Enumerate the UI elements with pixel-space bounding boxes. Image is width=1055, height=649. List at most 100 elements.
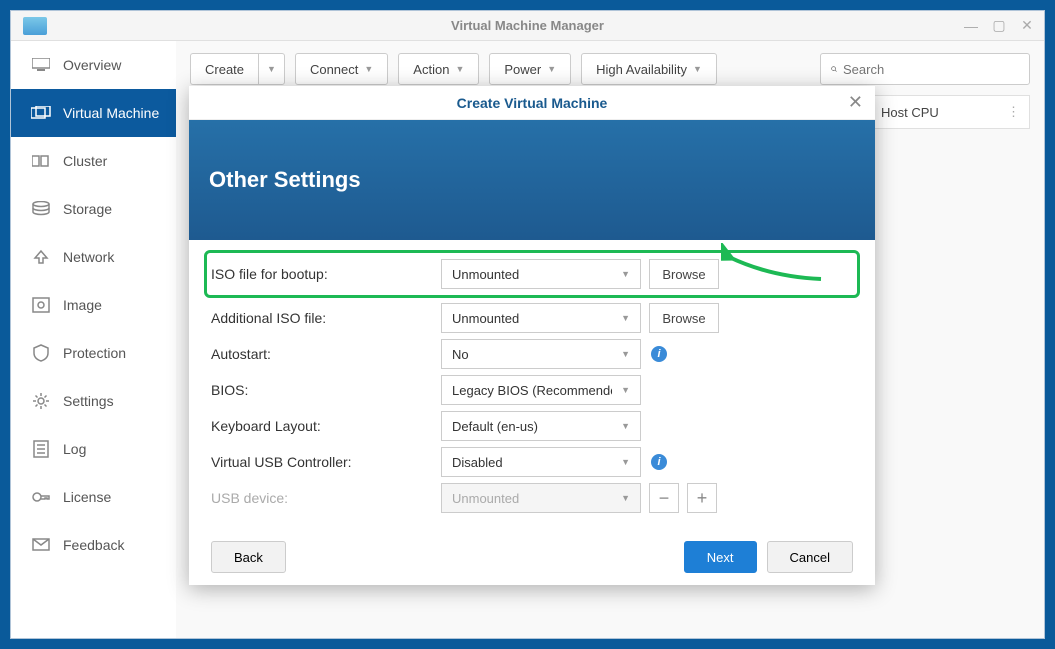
create-split: Create ▼ [190, 53, 285, 85]
additional-iso-browse-button[interactable]: Browse [649, 303, 719, 333]
storage-icon [31, 200, 51, 218]
cluster-icon [31, 152, 51, 170]
back-button[interactable]: Back [211, 541, 286, 573]
row-autostart: Autostart: No▼ i [211, 336, 853, 372]
network-icon [31, 248, 51, 266]
sidebar-item-storage[interactable]: Storage [11, 185, 176, 233]
titlebar: Virtual Machine Manager — ▢ ✕ [11, 11, 1044, 41]
sidebar-item-label: Cluster [63, 153, 107, 169]
window-controls: — ▢ ✕ [962, 17, 1036, 35]
vm-icon [31, 104, 51, 122]
sidebar-item-network[interactable]: Network [11, 233, 176, 281]
sidebar-item-label: Overview [63, 57, 121, 73]
sidebar-item-label: Virtual Machine [63, 105, 159, 121]
usb-controller-select[interactable]: Disabled▼ [441, 447, 641, 477]
chevron-down-icon: ▼ [621, 457, 630, 467]
usb-device-label: USB device: [211, 490, 441, 506]
sidebar-item-label: Protection [63, 345, 126, 361]
bios-select[interactable]: Legacy BIOS (Recommended)▼ [441, 375, 641, 405]
sidebar-item-protection[interactable]: Protection [11, 329, 176, 377]
iso-bootup-browse-button[interactable]: Browse [649, 259, 719, 289]
chevron-down-icon: ▼ [621, 313, 630, 323]
sidebar-item-label: Feedback [63, 537, 124, 553]
arrow-annotation [721, 243, 831, 287]
feedback-icon [31, 536, 51, 554]
autostart-select[interactable]: No▼ [441, 339, 641, 369]
sidebar-item-log[interactable]: Log [11, 425, 176, 473]
create-button[interactable]: Create [190, 53, 258, 85]
create-vm-modal: Create Virtual Machine ✕ Other Settings … [189, 86, 875, 585]
license-icon [31, 488, 51, 506]
modal-hero-title: Other Settings [209, 167, 361, 193]
bios-label: BIOS: [211, 382, 441, 398]
sidebar-item-label: Image [63, 297, 102, 313]
sidebar-item-label: Settings [63, 393, 114, 409]
row-usb-controller: Virtual USB Controller: Disabled▼ i [211, 444, 853, 480]
sidebar-item-image[interactable]: Image [11, 281, 176, 329]
sidebar-item-settings[interactable]: Settings [11, 377, 176, 425]
create-dropdown[interactable]: ▼ [258, 53, 285, 85]
toolbar: Create ▼ Connect▼ Action▼ Power▼ High Av… [190, 53, 1030, 85]
sidebar-item-label: Storage [63, 201, 112, 217]
ha-button[interactable]: High Availability▼ [581, 53, 717, 85]
row-bios: BIOS: Legacy BIOS (Recommended)▼ [211, 372, 853, 408]
additional-iso-label: Additional ISO file: [211, 310, 441, 326]
chevron-down-icon: ▼ [621, 269, 630, 279]
additional-iso-select[interactable]: Unmounted▼ [441, 303, 641, 333]
connect-button[interactable]: Connect▼ [295, 53, 388, 85]
row-keyboard: Keyboard Layout: Default (en-us)▼ [211, 408, 853, 444]
usb-device-remove-button[interactable]: − [649, 483, 679, 513]
next-button[interactable]: Next [684, 541, 757, 573]
cancel-button[interactable]: Cancel [767, 541, 853, 573]
power-button[interactable]: Power▼ [489, 53, 571, 85]
chevron-down-icon: ▼ [621, 349, 630, 359]
sidebar-item-license[interactable]: License [11, 473, 176, 521]
iso-bootup-select[interactable]: Unmounted▼ [441, 259, 641, 289]
sidebar-item-feedback[interactable]: Feedback [11, 521, 176, 569]
app-title: Virtual Machine Manager [451, 18, 604, 33]
chevron-down-icon: ▼ [547, 64, 556, 74]
search-box[interactable] [820, 53, 1030, 85]
row-additional-iso: Additional ISO file: Unmounted▼ Browse [211, 300, 853, 336]
chevron-down-icon: ▼ [455, 64, 464, 74]
sidebar-item-overview[interactable]: Overview [11, 41, 176, 89]
overview-icon [31, 56, 51, 74]
protection-icon [31, 344, 51, 362]
sidebar-item-cluster[interactable]: Cluster [11, 137, 176, 185]
sidebar-item-label: Network [63, 249, 114, 265]
chevron-down-icon: ▼ [693, 64, 702, 74]
modal-title: Create Virtual Machine [457, 95, 608, 111]
iso-bootup-label: ISO file for bootup: [211, 266, 441, 282]
chevron-down-icon: ▼ [621, 493, 630, 503]
column-header-host-cpu[interactable]: Host CPU ⋮ [870, 95, 1030, 129]
log-icon [31, 440, 51, 458]
sidebar-item-virtual-machine[interactable]: Virtual Machine [11, 89, 176, 137]
image-icon [31, 296, 51, 314]
app-icon [23, 17, 47, 35]
chevron-down-icon: ▼ [364, 64, 373, 74]
more-icon[interactable]: ⋮ [1007, 104, 1019, 120]
chevron-down-icon: ▼ [621, 421, 630, 431]
sidebar: Overview Virtual Machine Cluster Storage… [11, 41, 176, 638]
search-icon [831, 62, 837, 76]
autostart-label: Autostart: [211, 346, 441, 362]
info-icon[interactable]: i [651, 454, 667, 470]
usb-device-select: Unmounted▼ [441, 483, 641, 513]
keyboard-label: Keyboard Layout: [211, 418, 441, 434]
sidebar-item-label: License [63, 489, 111, 505]
usb-controller-label: Virtual USB Controller: [211, 454, 441, 470]
keyboard-select[interactable]: Default (en-us)▼ [441, 411, 641, 441]
action-button[interactable]: Action▼ [398, 53, 479, 85]
usb-device-add-button[interactable]: + [687, 483, 717, 513]
maximize-icon[interactable]: ▢ [990, 17, 1008, 35]
close-icon[interactable]: ✕ [1018, 17, 1036, 35]
chevron-down-icon: ▼ [621, 385, 630, 395]
info-icon[interactable]: i [651, 346, 667, 362]
row-usb-device: USB device: Unmounted▼ − + [211, 480, 853, 516]
modal-close-icon[interactable]: ✕ [848, 92, 863, 113]
search-input[interactable] [843, 62, 1019, 77]
sidebar-item-label: Log [63, 441, 86, 457]
modal-footer: Back Next Cancel [189, 529, 875, 585]
minimize-icon[interactable]: — [962, 17, 980, 35]
app-window: Virtual Machine Manager — ▢ ✕ Overview V… [10, 10, 1045, 639]
